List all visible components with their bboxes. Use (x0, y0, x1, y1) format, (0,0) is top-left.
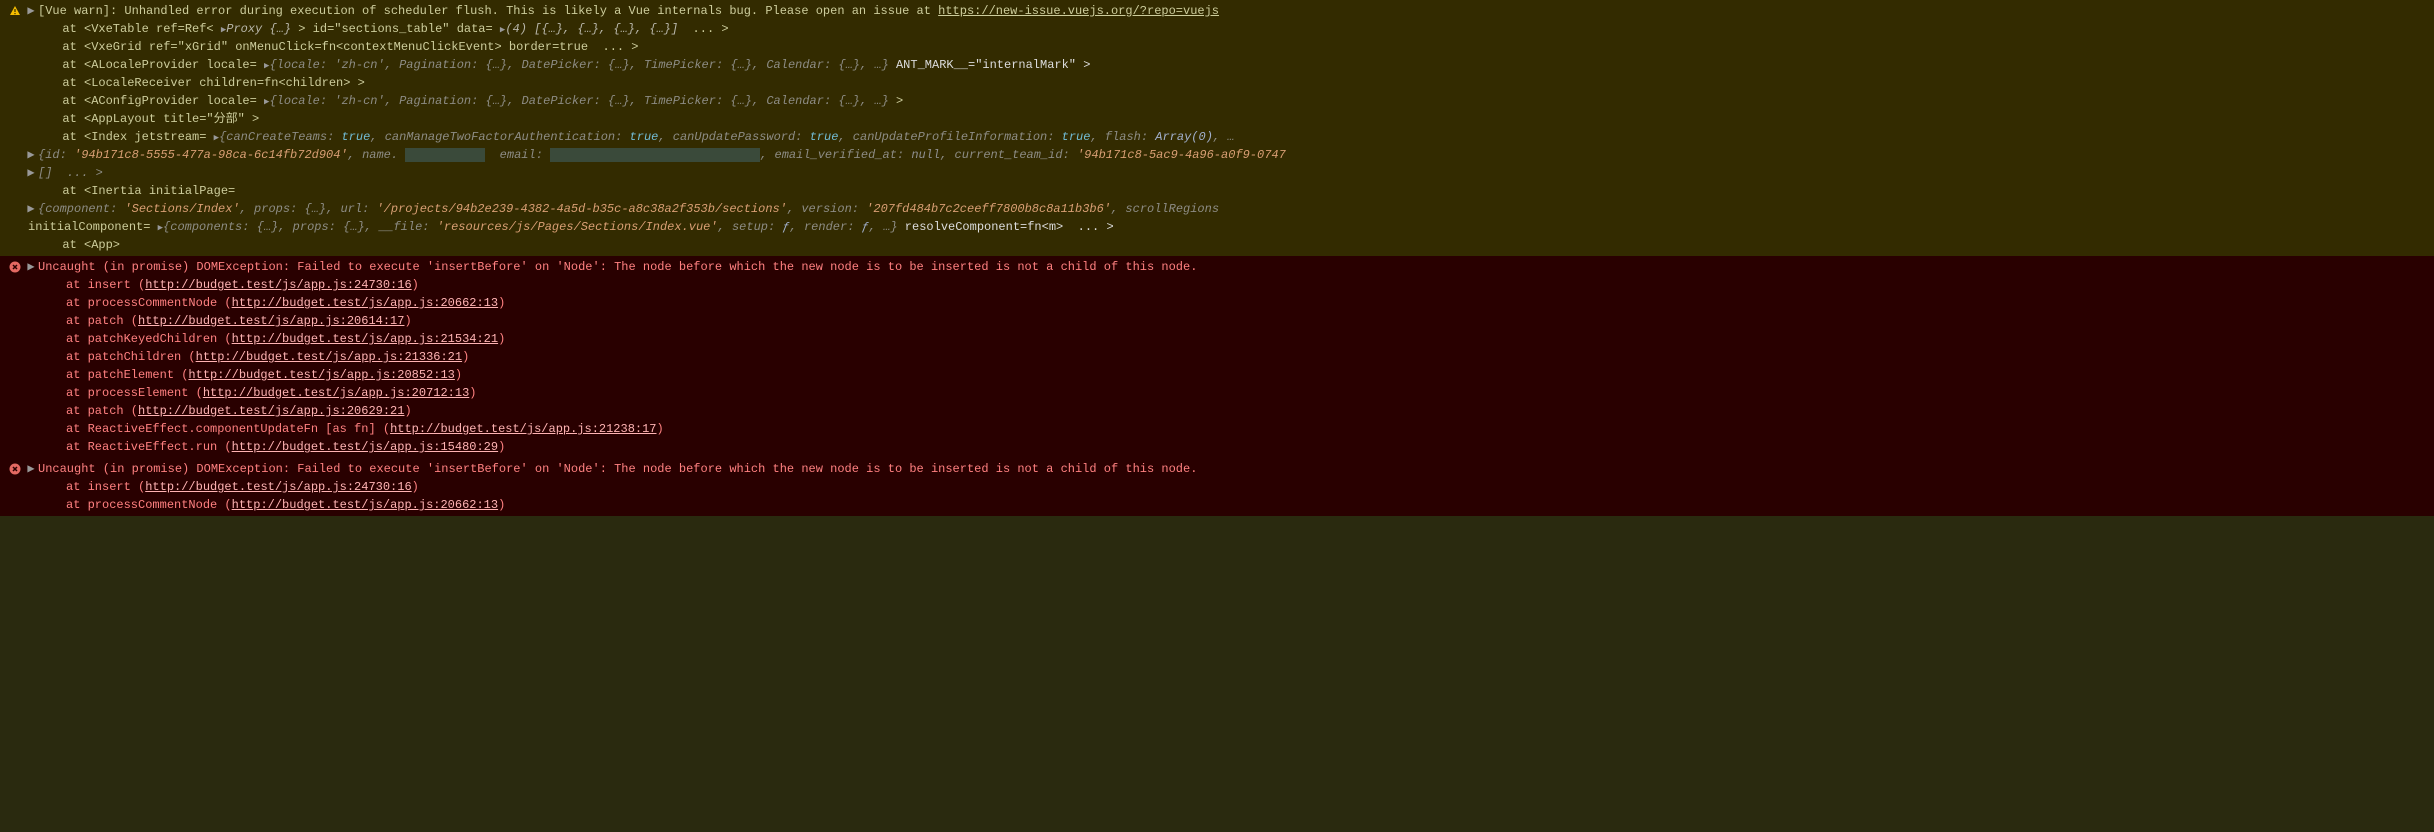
console-warning-message: ▶ [Vue warn]: Unhandled error during exe… (0, 0, 2434, 256)
stack-line: at ReactiveEffect.componentUpdateFn [as … (6, 420, 2428, 438)
expand-caret[interactable]: ▶ (24, 200, 38, 217)
source-link[interactable]: http://budget.test/js/app.js:15480:29 (232, 440, 498, 454)
source-link[interactable]: http://budget.test/js/app.js:21534:21 (232, 332, 498, 346)
error-icon (6, 258, 24, 275)
stack-line: at <Index jetstream= ▶{canCreateTeams: t… (6, 128, 2428, 146)
stack-line: at <AppLayout title="分部" > (6, 110, 2428, 128)
expand-caret[interactable]: ▶ (24, 2, 38, 19)
stack-line: at <AConfigProvider locale= ▶{locale: 'z… (6, 92, 2428, 110)
stack-line: at insert (http://budget.test/js/app.js:… (6, 478, 2428, 496)
stack-line: at patchKeyedChildren (http://budget.tes… (6, 330, 2428, 348)
stack-line: at ReactiveEffect.run (http://budget.tes… (6, 438, 2428, 456)
warning-text: [Vue warn]: Unhandled error during execu… (38, 2, 2428, 20)
redacted-block (405, 148, 485, 162)
error-text: Uncaught (in promise) DOMException: Fail… (38, 460, 2428, 478)
console-error-message: ▶ Uncaught (in promise) DOMException: Fa… (0, 458, 2434, 516)
source-link[interactable]: http://budget.test/js/app.js:24730:16 (145, 278, 411, 292)
warning-icon (6, 2, 24, 19)
stack-line: at <VxeTable ref=Ref< ▶Proxy {…} > id="s… (6, 20, 2428, 38)
stack-line: at <ALocaleProvider locale= ▶{locale: 'z… (6, 56, 2428, 74)
source-link[interactable]: http://budget.test/js/app.js:20852:13 (188, 368, 454, 382)
redacted-block (550, 148, 760, 162)
stack-line: at patchChildren (http://budget.test/js/… (6, 348, 2428, 366)
stack-line: at patch (http://budget.test/js/app.js:2… (6, 402, 2428, 420)
object-line: {component: 'Sections/Index', props: {…}… (38, 200, 2428, 218)
source-link[interactable]: http://budget.test/js/app.js:20712:13 (203, 386, 469, 400)
stack-line: at processElement (http://budget.test/js… (6, 384, 2428, 402)
stack-line: initialComponent= ▶{components: {…}, pro… (6, 218, 2428, 236)
source-link[interactable]: http://budget.test/js/app.js:24730:16 (145, 480, 411, 494)
console-error-message: ▶ Uncaught (in promise) DOMException: Fa… (0, 256, 2434, 458)
stack-line: at <App> (6, 236, 2428, 254)
stack-line: at <Inertia initialPage= (6, 182, 2428, 200)
stack-line: at <LocaleReceiver children=fn<children>… (6, 74, 2428, 92)
stack-line: at patchElement (http://budget.test/js/a… (6, 366, 2428, 384)
source-link[interactable]: http://budget.test/js/app.js:20662:13 (232, 498, 498, 512)
error-text: Uncaught (in promise) DOMException: Fail… (38, 258, 2428, 276)
array-line: [] ... > (38, 164, 2428, 182)
vue-issue-link[interactable]: https://new-issue.vuejs.org/?repo=vuejs (938, 4, 1219, 18)
expand-caret[interactable]: ▶ (24, 164, 38, 181)
expand-caret[interactable]: ▶ (24, 460, 38, 477)
stack-line: at patch (http://budget.test/js/app.js:2… (6, 312, 2428, 330)
stack-line: at insert (http://budget.test/js/app.js:… (6, 276, 2428, 294)
stack-line: at processCommentNode (http://budget.tes… (6, 294, 2428, 312)
expand-caret[interactable]: ▶ (24, 146, 38, 163)
stack-line: at <VxeGrid ref="xGrid" onMenuClick=fn<c… (6, 38, 2428, 56)
source-link[interactable]: http://budget.test/js/app.js:21238:17 (390, 422, 656, 436)
source-link[interactable]: http://budget.test/js/app.js:20614:17 (138, 314, 404, 328)
expand-caret[interactable]: ▶ (24, 258, 38, 275)
stack-line: at processCommentNode (http://budget.tes… (6, 496, 2428, 514)
error-icon (6, 460, 24, 477)
object-line: {id: '94b171c8-5555-477a-98ca-6c14fb72d9… (38, 146, 2428, 164)
source-link[interactable]: http://budget.test/js/app.js:21336:21 (196, 350, 462, 364)
source-link[interactable]: http://budget.test/js/app.js:20629:21 (138, 404, 404, 418)
source-link[interactable]: http://budget.test/js/app.js:20662:13 (232, 296, 498, 310)
